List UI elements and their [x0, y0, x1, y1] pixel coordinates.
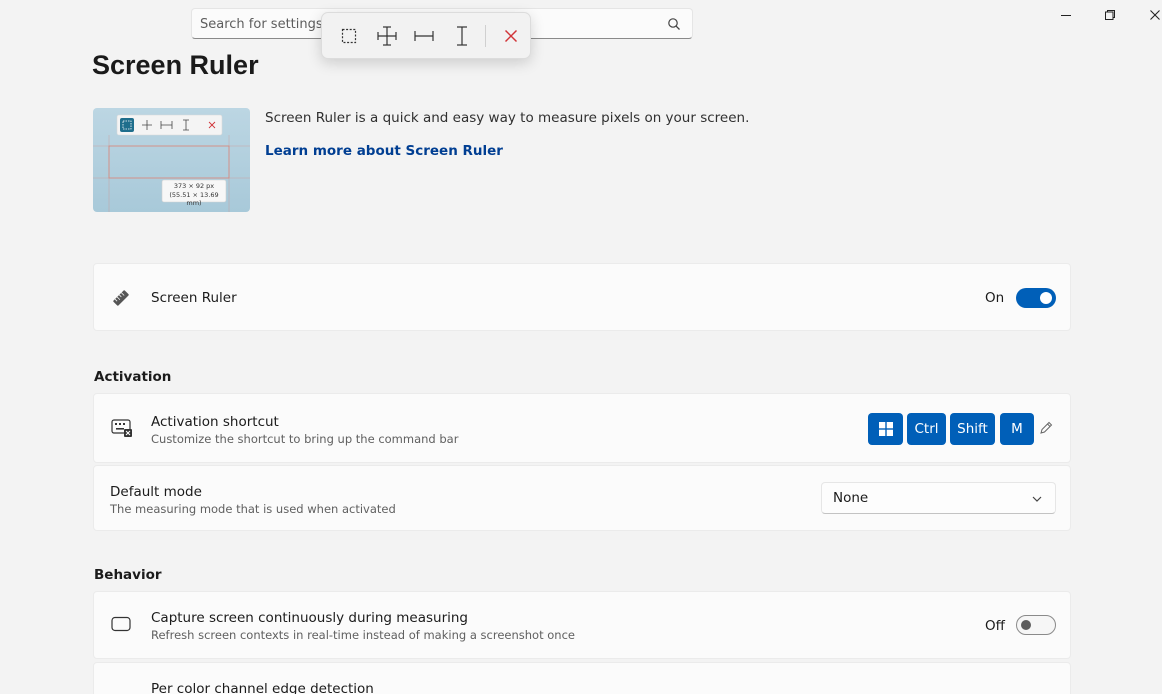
key-windows	[868, 413, 903, 445]
edge-detection-card: Per color channel edge detection	[93, 662, 1071, 694]
preview-mm-label: (55.51 × 13.69 mm)	[169, 191, 219, 207]
chevron-down-icon	[1032, 496, 1042, 502]
restore-button[interactable]	[1095, 5, 1125, 25]
screen-ruler-preview-image: 373 × 92 px (55.51 × 13.69 mm)	[93, 108, 250, 212]
shortcut-title: Activation shortcut	[151, 414, 279, 430]
key-ctrl: Ctrl	[907, 413, 946, 445]
spacing-tool-button[interactable]	[368, 19, 406, 53]
capture-continuously-card: Capture screen continuously during measu…	[93, 591, 1071, 659]
keyboard-shortcut-icon	[111, 419, 132, 437]
capture-description: Refresh screen contexts in real-time ins…	[151, 628, 575, 642]
enable-state-label: On	[985, 290, 1005, 306]
close-toolbar-button[interactable]	[492, 19, 530, 53]
activation-shortcut-card: Activation shortcut Customize the shortc…	[93, 393, 1071, 463]
vertical-spacing-tool-button[interactable]	[443, 19, 481, 53]
bounds-icon	[341, 28, 356, 43]
close-icon	[505, 29, 518, 42]
enable-toggle[interactable]	[1016, 288, 1056, 308]
shortcut-description: Customize the shortcut to bring up the c…	[151, 432, 459, 446]
vertical-spacing-icon	[457, 25, 468, 46]
behavior-section-header: Behavior	[94, 567, 162, 583]
page-title: Screen Ruler	[92, 50, 259, 80]
toggle-knob	[1040, 292, 1052, 304]
default-mode-dropdown[interactable]: None	[821, 482, 1056, 514]
screen-ruler-toolbar	[321, 12, 531, 59]
close-icon	[1150, 10, 1160, 20]
screen-capture-icon	[111, 616, 131, 632]
horizontal-spacing-icon	[414, 30, 435, 41]
default-mode-card: Default mode The measuring mode that is …	[93, 465, 1071, 531]
horizontal-spacing-tool-button[interactable]	[406, 19, 444, 53]
capture-state-label: Off	[985, 618, 1005, 634]
default-mode-title: Default mode	[110, 484, 202, 500]
spacing-icon	[377, 25, 397, 46]
enable-title: Screen Ruler	[151, 290, 237, 306]
default-mode-value: None	[833, 490, 869, 506]
toggle-knob	[1021, 620, 1031, 630]
capture-toggle[interactable]	[1016, 615, 1056, 635]
key-shift: Shift	[950, 413, 995, 445]
windows-logo-icon	[878, 422, 893, 436]
hero-description: Screen Ruler is a quick and easy way to …	[265, 110, 750, 126]
default-mode-description: The measuring mode that is used when act…	[110, 502, 396, 516]
minimize-icon	[1061, 15, 1071, 16]
minimize-button[interactable]	[1051, 5, 1081, 25]
capture-title: Capture screen continuously during measu…	[151, 610, 468, 626]
preview-dimension-label: 373 × 92 px	[173, 182, 215, 190]
restore-icon	[1105, 10, 1115, 20]
enable-screen-ruler-card: Screen Ruler On	[93, 263, 1071, 331]
bounds-tool-button[interactable]	[330, 19, 368, 53]
search-icon[interactable]	[667, 17, 681, 31]
close-window-button[interactable]	[1140, 5, 1162, 25]
toolbar-divider	[485, 24, 487, 47]
activation-section-header: Activation	[94, 369, 172, 385]
key-m: M	[1000, 413, 1034, 445]
edit-pencil-icon[interactable]	[1039, 421, 1053, 435]
learn-more-link[interactable]: Learn more about Screen Ruler	[265, 143, 503, 159]
edge-detection-title: Per color channel edge detection	[151, 681, 374, 694]
ruler-icon	[113, 290, 129, 306]
